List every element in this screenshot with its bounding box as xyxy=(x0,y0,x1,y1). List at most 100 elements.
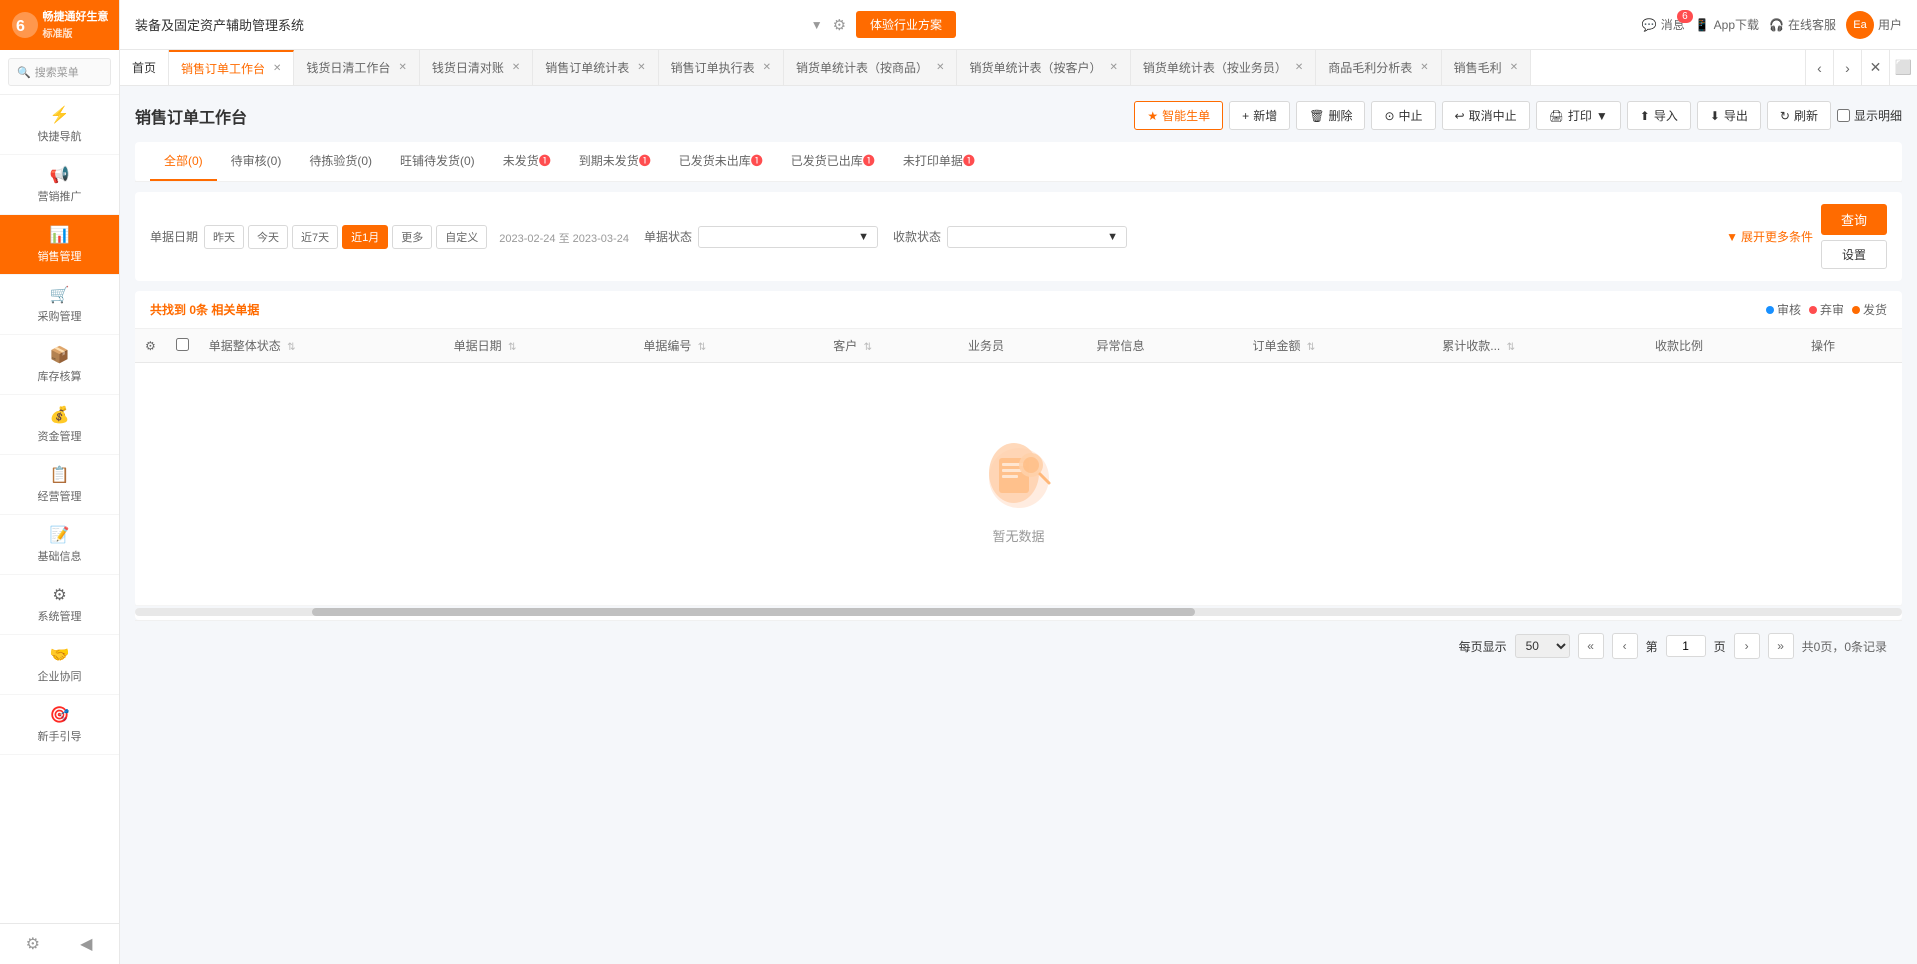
tab-close-profit-analysis[interactable]: ✕ xyxy=(1420,62,1428,73)
tab-maximize[interactable]: ⬜ xyxy=(1889,50,1917,86)
filter-tab-pending-inspect[interactable]: 待拣验货(0) xyxy=(295,142,386,181)
tab-close-goods-stats-salesperson[interactable]: ✕ xyxy=(1295,62,1303,73)
filter-tab-wangpu-ship[interactable]: 旺铺待发货(0) xyxy=(386,142,489,181)
filter-tab-shipped-out[interactable]: 已发货已出库❶ xyxy=(777,142,889,181)
user-profile-btn[interactable]: Ea 用户 xyxy=(1846,11,1902,39)
show-detail-checkbox[interactable] xyxy=(1837,109,1850,122)
filter-tab-pending-audit[interactable]: 待审核(0) xyxy=(217,142,296,181)
tab-scroll-right[interactable]: › xyxy=(1833,50,1861,86)
sidebar-item-tutorial[interactable]: 🎯 新手引导 xyxy=(0,695,119,755)
th-gear[interactable]: ⚙ xyxy=(135,329,166,363)
sidebar-item-quick-nav[interactable]: ⚡ 快捷导航 xyxy=(0,95,119,155)
tab-sales-exec[interactable]: 销售订单执行表 ✕ xyxy=(659,50,784,86)
app-download-btn[interactable]: 📱 App下载 xyxy=(1695,16,1759,33)
th-overall-status[interactable]: 单据整体状态 ⇅ xyxy=(199,329,444,363)
page-next-btn[interactable]: › xyxy=(1734,633,1760,659)
th-checkbox[interactable] xyxy=(166,329,199,363)
search-menu-btn[interactable]: 🔍 搜索菜单 xyxy=(8,58,111,86)
filter-tab-unprinted[interactable]: 未打印单据❶ xyxy=(889,142,989,181)
filter-tab-unshipped[interactable]: 未发货❶ xyxy=(489,142,565,181)
delete-btn[interactable]: 🗑 删除 xyxy=(1296,101,1365,130)
tab-daily-reconcile[interactable]: 钱货日清对账 ✕ xyxy=(420,50,533,86)
cancel-audit-action-btn[interactable]: 弃审 xyxy=(1809,301,1844,318)
tab-close-daily-reconcile[interactable]: ✕ xyxy=(512,62,520,73)
expand-more-btn[interactable]: ▼ 展开更多条件 xyxy=(1726,228,1813,245)
page-last-btn[interactable]: » xyxy=(1768,633,1794,659)
tab-close-sales-exec[interactable]: ✕ xyxy=(763,62,771,73)
set-btn[interactable]: 设置 xyxy=(1821,240,1887,269)
tab-sales-stats[interactable]: 销售订单统计表 ✕ xyxy=(533,50,658,86)
sidebar-item-inventory[interactable]: 📦 库存核算 xyxy=(0,335,119,395)
date-btn-1month[interactable]: 近1月 xyxy=(342,225,388,249)
page-number-input[interactable] xyxy=(1666,635,1706,657)
export-btn[interactable]: ⬇ 导出 xyxy=(1697,101,1761,130)
query-btn[interactable]: 查询 xyxy=(1821,204,1887,235)
message-btn[interactable]: 💬 消息 6 xyxy=(1642,16,1685,33)
filter-tab-overdue-unshipped[interactable]: 到期未发货❶ xyxy=(565,142,665,181)
dropdown-icon[interactable]: ▼ xyxy=(811,18,823,32)
sidebar-item-base-info[interactable]: 📝 基础信息 xyxy=(0,515,119,575)
horizontal-scrollbar-thumb[interactable] xyxy=(312,608,1196,616)
collapse-footer-btn[interactable]: ◀ xyxy=(64,934,110,954)
select-all-checkbox[interactable] xyxy=(176,338,189,351)
page-prev-btn[interactable]: ‹ xyxy=(1612,633,1638,659)
tab-profit-analysis[interactable]: 商品毛利分析表 ✕ xyxy=(1316,50,1441,86)
gear-icon[interactable]: ⚙ xyxy=(833,16,846,34)
tab-sales-order-workbench[interactable]: 销售订单工作台 ✕ xyxy=(169,50,294,86)
sidebar-item-marketing[interactable]: 📢 营销推广 xyxy=(0,155,119,215)
page-size-select[interactable]: 50 100 200 xyxy=(1515,634,1570,658)
sidebar-item-finance[interactable]: 💰 资金管理 xyxy=(0,395,119,455)
sidebar-item-system[interactable]: ⚙ 系统管理 xyxy=(0,575,119,635)
tab-scroll-left[interactable]: ‹ xyxy=(1805,50,1833,86)
settings-footer-btn[interactable]: ⚙ xyxy=(10,934,56,954)
sidebar-search[interactable]: 🔍 搜索菜单 xyxy=(0,50,119,95)
date-btn-today[interactable]: 今天 xyxy=(248,225,288,249)
th-customer[interactable]: 客户 ⇅ xyxy=(823,329,958,363)
date-btn-yesterday[interactable]: 昨天 xyxy=(204,225,244,249)
th-number[interactable]: 单据编号 ⇅ xyxy=(633,329,823,363)
print-btn[interactable]: 🖨 打印 ▼ xyxy=(1536,101,1621,130)
tab-close-goods-stats-customer[interactable]: ✕ xyxy=(1109,62,1117,73)
sidebar-item-purchase[interactable]: 🛒 采购管理 xyxy=(0,275,119,335)
tab-close-goods-stats-product[interactable]: ✕ xyxy=(936,62,944,73)
payment-select[interactable]: ▼ xyxy=(947,226,1127,248)
th-date[interactable]: 单据日期 ⇅ xyxy=(444,329,634,363)
import-btn[interactable]: ⬆ 导入 xyxy=(1627,101,1691,130)
tab-goods-stats-customer[interactable]: 销货单统计表（按客户） ✕ xyxy=(957,50,1130,86)
tab-daily-clear[interactable]: 钱货日清工作台 ✕ xyxy=(294,50,419,86)
show-detail-checkbox-label[interactable]: 显示明细 xyxy=(1837,107,1902,124)
tab-close-daily-clear[interactable]: ✕ xyxy=(398,62,406,73)
th-accumulated-payment[interactable]: 累计收款... ⇅ xyxy=(1432,329,1645,363)
audit-action-btn[interactable]: 审核 xyxy=(1766,301,1801,318)
ship-action-btn[interactable]: 发货 xyxy=(1852,301,1887,318)
sidebar-item-enterprise[interactable]: 🤝 企业协同 xyxy=(0,635,119,695)
tab-close-all[interactable]: ✕ xyxy=(1861,50,1889,86)
pause-btn[interactable]: ⊙ 中止 xyxy=(1371,101,1435,130)
tab-home[interactable]: 首页 xyxy=(120,50,169,86)
tab-sales-profit[interactable]: 销售毛利 ✕ xyxy=(1442,50,1531,86)
tab-goods-stats-product[interactable]: 销货单统计表（按商品） ✕ xyxy=(784,50,957,86)
refresh-btn[interactable]: ↻ 刷新 xyxy=(1767,101,1831,130)
tab-close-sales-profit[interactable]: ✕ xyxy=(1510,62,1518,73)
horizontal-scrollbar-track[interactable] xyxy=(135,608,1902,616)
th-order-amount[interactable]: 订单金额 ⇅ xyxy=(1242,329,1432,363)
tab-close-sales-order[interactable]: ✕ xyxy=(273,63,281,74)
industry-btn[interactable]: 体验行业方案 xyxy=(856,11,956,38)
page-first-btn[interactable]: « xyxy=(1578,633,1604,659)
filter-tab-shipped-not-out[interactable]: 已发货未出库❶ xyxy=(665,142,777,181)
online-service-btn[interactable]: 🎧 在线客服 xyxy=(1769,16,1836,33)
tab-goods-stats-salesperson[interactable]: 销货单统计表（按业务员） ✕ xyxy=(1131,50,1316,86)
main-content: 装备及固定资产辅助管理系统 ▼ ⚙ 体验行业方案 💬 消息 6 📱 App下载 … xyxy=(120,0,1917,964)
smart-create-btn[interactable]: ★ 智能生单 xyxy=(1134,101,1223,130)
date-btn-more[interactable]: 更多 xyxy=(392,225,432,249)
tab-close-sales-stats[interactable]: ✕ xyxy=(637,62,645,73)
status-select[interactable]: ▼ xyxy=(698,226,878,248)
sidebar-item-operations[interactable]: 📋 经营管理 xyxy=(0,455,119,515)
cancel-pause-btn[interactable]: ↩ 取消中止 xyxy=(1442,101,1530,130)
filter-tab-all[interactable]: 全部(0) xyxy=(150,142,217,181)
sort-number-icon: ⇅ xyxy=(698,342,706,353)
date-btn-7days[interactable]: 近7天 xyxy=(292,225,338,249)
add-btn[interactable]: + 新增 xyxy=(1229,101,1290,130)
sidebar-item-sales[interactable]: 📊 销售管理 xyxy=(0,215,119,275)
date-btn-custom[interactable]: 自定义 xyxy=(436,225,487,249)
